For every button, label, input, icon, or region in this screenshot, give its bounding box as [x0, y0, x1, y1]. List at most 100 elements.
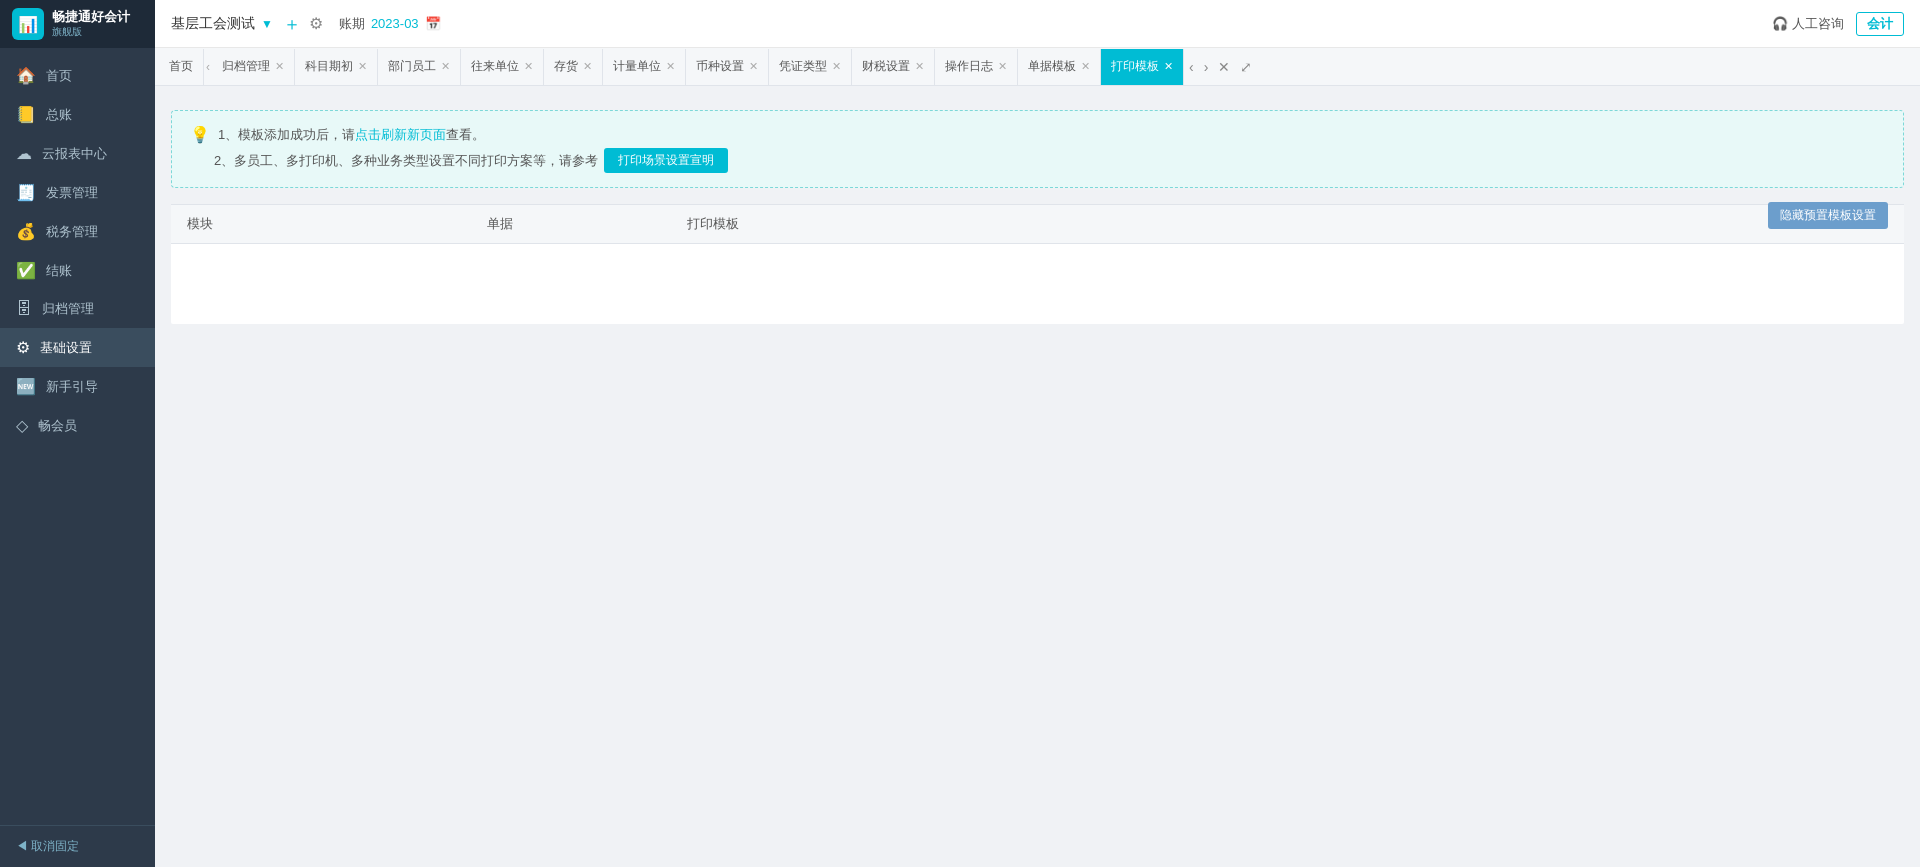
tab-supplier-label: 往来单位 [471, 58, 519, 75]
tab-operation-log[interactable]: 操作日志 ✕ [935, 49, 1018, 85]
content-wrapper: 隐藏预置模板设置 💡 1、模板添加成功后，请 点击刷新新页面 查看。 2、多员工… [171, 102, 1904, 324]
sidebar-nav: 🏠 首页 📒 总账 ☁ 云报表中心 🧾 发票管理 💰 税务管理 ✅ 结账 🗄 归… [0, 48, 155, 825]
sidebar-item-label: 基础设置 [40, 339, 92, 357]
tab-single-form-close[interactable]: ✕ [1081, 60, 1090, 73]
tab-subject-init-close[interactable]: ✕ [358, 60, 367, 73]
tab-unit[interactable]: 计量单位 ✕ [603, 49, 686, 85]
tab-subject-init-label: 科目期初 [305, 58, 353, 75]
info-line1-prefix: 1、模板添加成功后，请 [218, 126, 355, 144]
bulb-icon: 💡 [190, 125, 210, 144]
table-header: 模块 单据 打印模板 [171, 204, 1904, 244]
tab-currency-label: 币种设置 [696, 58, 744, 75]
tab-supplier-close[interactable]: ✕ [524, 60, 533, 73]
table-container: 模块 单据 打印模板 [171, 204, 1904, 324]
main-area: 基层工会测试 ▼ ＋ ⚙ 账期 2023-03 📅 🎧 人工咨询 会计 首页 ‹… [155, 0, 1920, 867]
tab-department-close[interactable]: ✕ [441, 60, 450, 73]
tab-separator: ‹ [204, 60, 212, 74]
tab-unit-close[interactable]: ✕ [666, 60, 675, 73]
logo-icon: 📊 [12, 8, 44, 40]
cancel-fixed-label: ◀ 取消固定 [16, 838, 79, 855]
tab-tax-settings[interactable]: 财税设置 ✕ [852, 49, 935, 85]
tab-archive-mgmt[interactable]: 归档管理 ✕ [212, 49, 295, 85]
sidebar-item-label: 结账 [46, 262, 72, 280]
tab-home[interactable]: 首页 [159, 49, 204, 85]
info-line1-suffix: 查看。 [446, 126, 485, 144]
tab-tax-settings-close[interactable]: ✕ [915, 60, 924, 73]
sidebar-item-archive[interactable]: 🗄 归档管理 [0, 290, 155, 328]
tabbar: 首页 ‹ 归档管理 ✕ 科目期初 ✕ 部门员工 ✕ 往来单位 ✕ 存货 ✕ 计量… [155, 48, 1920, 86]
col-module-header: 模块 [171, 205, 471, 243]
tab-supplier[interactable]: 往来单位 ✕ [461, 49, 544, 85]
sidebar-item-report[interactable]: ☁ 云报表中心 [0, 134, 155, 173]
tab-currency-close[interactable]: ✕ [749, 60, 758, 73]
sidebar-item-home[interactable]: 🏠 首页 [0, 56, 155, 95]
calendar-icon[interactable]: 📅 [425, 16, 441, 31]
service-label: 人工咨询 [1792, 15, 1844, 33]
add-company-button[interactable]: ＋ [283, 12, 301, 36]
sidebar-item-label: 发票管理 [46, 184, 98, 202]
sidebar-item-label: 新手引导 [46, 378, 98, 396]
tab-unit-label: 计量单位 [613, 58, 661, 75]
info-row-1: 💡 1、模板添加成功后，请 点击刷新新页面 查看。 [190, 125, 1885, 144]
info-box: 💡 1、模板添加成功后，请 点击刷新新页面 查看。 2、多员工、多打印机、多种业… [171, 110, 1904, 188]
company-dropdown-icon[interactable]: ▼ [261, 17, 273, 31]
refresh-link[interactable]: 点击刷新新页面 [355, 126, 446, 144]
print-scene-button[interactable]: 打印场景设置宣明 [604, 148, 728, 173]
invoice-icon: 🧾 [16, 183, 36, 202]
tab-prev-button[interactable]: ‹ [1184, 59, 1199, 75]
info-line2-prefix: 2、多员工、多打印机、多种业务类型设置不同打印方案等，请参考 [214, 152, 598, 170]
report-icon: ☁ [16, 144, 32, 163]
sidebar-item-guide[interactable]: 🆕 新手引导 [0, 367, 155, 406]
home-icon: 🏠 [16, 66, 36, 85]
sidebar-item-label: 畅会员 [38, 417, 77, 435]
tab-operation-log-close[interactable]: ✕ [998, 60, 1007, 73]
tab-print-template-close[interactable]: ✕ [1164, 60, 1173, 73]
logo-sub: 旗舰版 [52, 25, 130, 39]
tab-next-button[interactable]: › [1199, 59, 1214, 75]
tab-department[interactable]: 部门员工 ✕ [378, 49, 461, 85]
tab-currency[interactable]: 币种设置 ✕ [686, 49, 769, 85]
period-label: 账期 [339, 15, 365, 33]
sidebar-logo: 📊 畅捷通好会计 旗舰版 [0, 0, 155, 48]
headset-icon: 🎧 [1772, 16, 1788, 31]
tab-inventory-close[interactable]: ✕ [583, 60, 592, 73]
sidebar-item-label: 首页 [46, 67, 72, 85]
archive-icon: 🗄 [16, 300, 32, 318]
tab-single-form[interactable]: 单据模板 ✕ [1018, 49, 1101, 85]
sidebar-item-invoice[interactable]: 🧾 发票管理 [0, 173, 155, 212]
gear-icon[interactable]: ⚙ [309, 14, 323, 33]
tab-close-all-button[interactable]: ✕ [1213, 59, 1235, 75]
sidebar-item-label: 归档管理 [42, 300, 94, 318]
period-display: 账期 2023-03 📅 [339, 15, 441, 33]
logo-name: 畅捷通好会计 [52, 9, 130, 26]
cancel-fixed-button[interactable]: ◀ 取消固定 [0, 825, 155, 867]
tab-inventory-label: 存货 [554, 58, 578, 75]
tab-single-form-label: 单据模板 [1028, 58, 1076, 75]
kuaiji-button[interactable]: 会计 [1856, 12, 1904, 36]
sidebar-item-label: 总账 [46, 106, 72, 124]
sidebar-item-member[interactable]: ◇ 畅会员 [0, 406, 155, 445]
sidebar-item-checkout[interactable]: ✅ 结账 [0, 251, 155, 290]
content-area: 隐藏预置模板设置 💡 1、模板添加成功后，请 点击刷新新页面 查看。 2、多员工… [155, 86, 1920, 867]
col-print-header: 打印模板 [671, 205, 1904, 243]
tab-home-label: 首页 [169, 58, 193, 75]
sidebar: 📊 畅捷通好会计 旗舰版 🏠 首页 📒 总账 ☁ 云报表中心 🧾 发票管理 💰 … [0, 0, 155, 867]
tab-archive-mgmt-close[interactable]: ✕ [275, 60, 284, 73]
tab-expand-button[interactable]: ⤢ [1235, 59, 1257, 75]
tab-voucher-type-label: 凭证类型 [779, 58, 827, 75]
sidebar-item-tax[interactable]: 💰 税务管理 [0, 212, 155, 251]
tab-archive-mgmt-label: 归档管理 [222, 58, 270, 75]
tab-subject-init[interactable]: 科目期初 ✕ [295, 49, 378, 85]
tab-voucher-type[interactable]: 凭证类型 ✕ [769, 49, 852, 85]
tab-print-template[interactable]: 打印模板 ✕ [1101, 49, 1184, 85]
tab-voucher-type-close[interactable]: ✕ [832, 60, 841, 73]
guide-icon: 🆕 [16, 377, 36, 396]
tax-icon: 💰 [16, 222, 36, 241]
sidebar-item-settings[interactable]: ⚙ 基础设置 [0, 328, 155, 367]
tab-inventory[interactable]: 存货 ✕ [544, 49, 603, 85]
sidebar-item-ledger[interactable]: 📒 总账 [0, 95, 155, 134]
hide-preview-button[interactable]: 隐藏预置模板设置 [1768, 202, 1888, 229]
tab-department-label: 部门员工 [388, 58, 436, 75]
service-button[interactable]: 🎧 人工咨询 [1772, 15, 1844, 33]
sidebar-item-label: 税务管理 [46, 223, 98, 241]
